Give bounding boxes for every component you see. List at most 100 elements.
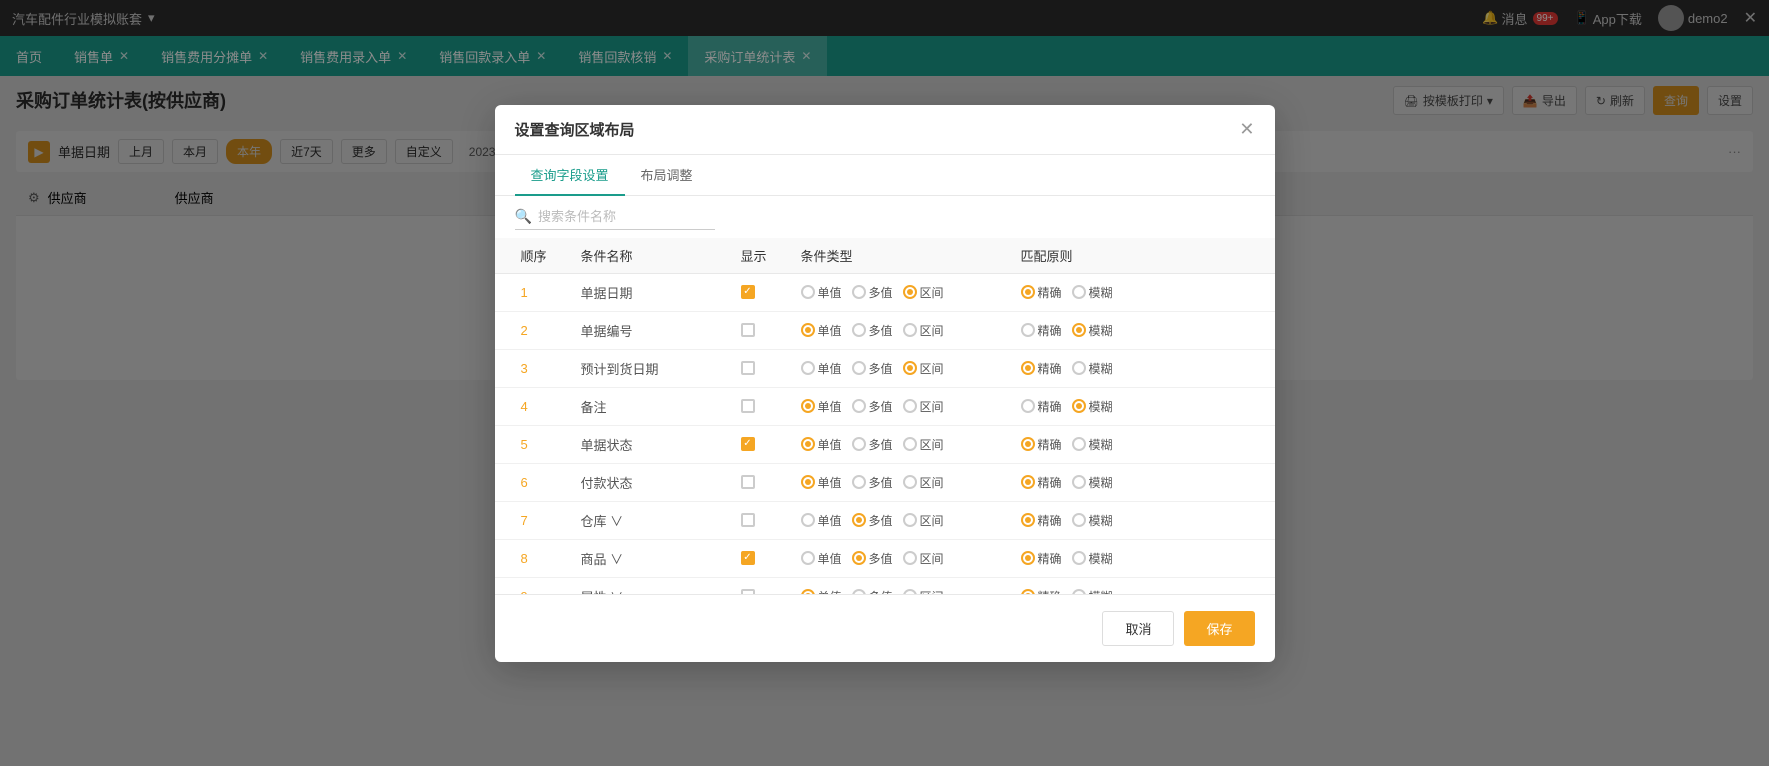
row-5-match-fuzzy[interactable]: 模糊: [1072, 436, 1113, 453]
row-3-type-single[interactable]: 单值: [801, 360, 842, 377]
radio-multi[interactable]: [852, 513, 866, 527]
row-5-show[interactable]: [735, 428, 795, 460]
radio-multi[interactable]: [852, 285, 866, 299]
radio-multi[interactable]: [852, 551, 866, 565]
radio-range[interactable]: [903, 323, 917, 337]
row-2-type-single[interactable]: 单值: [801, 322, 842, 339]
radio-range[interactable]: [903, 437, 917, 451]
radio-multi[interactable]: [852, 437, 866, 451]
radio-range[interactable]: [903, 285, 917, 299]
row-2-checkbox[interactable]: [741, 323, 755, 337]
row-7-show[interactable]: [735, 504, 795, 536]
row-4-match-fuzzy[interactable]: 模糊: [1072, 398, 1113, 415]
row-4-match-exact[interactable]: 精确: [1021, 398, 1062, 415]
row-7-type-multi[interactable]: 多值: [852, 512, 893, 529]
row-9-show[interactable]: [735, 580, 795, 594]
row-2-type-range[interactable]: 区间: [903, 322, 944, 339]
row-6-type-multi[interactable]: 多值: [852, 474, 893, 491]
row-8-type-multi[interactable]: 多值: [852, 550, 893, 567]
radio-fuzzy[interactable]: [1072, 399, 1086, 413]
row-8-type-single[interactable]: 单值: [801, 550, 842, 567]
radio-fuzzy[interactable]: [1072, 551, 1086, 565]
row-8-show[interactable]: [735, 542, 795, 574]
radio-fuzzy[interactable]: [1072, 361, 1086, 375]
radio-single[interactable]: [801, 323, 815, 337]
row-1-match-fuzzy[interactable]: 模糊: [1072, 284, 1113, 301]
radio-range[interactable]: [903, 475, 917, 489]
row-5-type-single[interactable]: 单值: [801, 436, 842, 453]
radio-range[interactable]: [903, 399, 917, 413]
row-7-type-range[interactable]: 区间: [903, 512, 944, 529]
radio-multi[interactable]: [852, 399, 866, 413]
row-5-type-range[interactable]: 区间: [903, 436, 944, 453]
radio-single[interactable]: [801, 285, 815, 299]
dialog-tab-query-fields[interactable]: 查询字段设置: [515, 155, 625, 196]
row-2-match-exact[interactable]: 精确: [1021, 322, 1062, 339]
row-3-checkbox[interactable]: [741, 361, 755, 375]
row-7-match-exact[interactable]: 精确: [1021, 512, 1062, 529]
row-5-match-exact[interactable]: 精确: [1021, 436, 1062, 453]
save-button[interactable]: 保存: [1184, 611, 1254, 646]
radio-single[interactable]: [801, 551, 815, 565]
search-input[interactable]: [538, 209, 698, 224]
row-8-match-exact[interactable]: 精确: [1021, 550, 1062, 567]
row-5-type-multi[interactable]: 多值: [852, 436, 893, 453]
row-8-match-fuzzy[interactable]: 模糊: [1072, 550, 1113, 567]
row-2-show[interactable]: [735, 314, 795, 346]
row-2-match-fuzzy[interactable]: 模糊: [1072, 322, 1113, 339]
radio-single[interactable]: [801, 475, 815, 489]
row-7-match-fuzzy[interactable]: 模糊: [1072, 512, 1113, 529]
radio-fuzzy[interactable]: [1072, 323, 1086, 337]
radio-exact[interactable]: [1021, 399, 1035, 413]
radio-fuzzy[interactable]: [1072, 475, 1086, 489]
radio-single[interactable]: [801, 437, 815, 451]
row-1-show[interactable]: [735, 276, 795, 308]
radio-fuzzy[interactable]: [1072, 513, 1086, 527]
radio-exact[interactable]: [1021, 285, 1035, 299]
row-8-checkbox[interactable]: [741, 551, 755, 565]
row-4-type-single[interactable]: 单值: [801, 398, 842, 415]
row-4-type-range[interactable]: 区间: [903, 398, 944, 415]
radio-fuzzy[interactable]: [1072, 437, 1086, 451]
row-4-show[interactable]: [735, 390, 795, 422]
row-1-type-range[interactable]: 区间: [903, 284, 944, 301]
row-1-checkbox[interactable]: [741, 285, 755, 299]
row-5-checkbox[interactable]: [741, 437, 755, 451]
radio-exact[interactable]: [1021, 437, 1035, 451]
radio-exact[interactable]: [1021, 475, 1035, 489]
dialog-tab-layout[interactable]: 布局调整: [625, 155, 709, 196]
row-3-match-fuzzy[interactable]: 模糊: [1072, 360, 1113, 377]
row-3-show[interactable]: [735, 352, 795, 384]
row-6-type-single[interactable]: 单值: [801, 474, 842, 491]
radio-multi[interactable]: [852, 323, 866, 337]
row-1-type-multi[interactable]: 多值: [852, 284, 893, 301]
cancel-button[interactable]: 取消: [1102, 611, 1174, 646]
row-4-type-multi[interactable]: 多值: [852, 398, 893, 415]
radio-exact[interactable]: [1021, 323, 1035, 337]
row-3-match-exact[interactable]: 精确: [1021, 360, 1062, 377]
row-4-checkbox[interactable]: [741, 399, 755, 413]
radio-single[interactable]: [801, 513, 815, 527]
row-7-type-single[interactable]: 单值: [801, 512, 842, 529]
row-1-match-exact[interactable]: 精确: [1021, 284, 1062, 301]
row-8-type-range[interactable]: 区间: [903, 550, 944, 567]
radio-exact[interactable]: [1021, 551, 1035, 565]
radio-fuzzy[interactable]: [1072, 285, 1086, 299]
radio-range[interactable]: [903, 513, 917, 527]
radio-multi[interactable]: [852, 361, 866, 375]
row-6-show[interactable]: [735, 466, 795, 498]
row-6-match-exact[interactable]: 精确: [1021, 474, 1062, 491]
radio-single[interactable]: [801, 361, 815, 375]
dialog-close-button[interactable]: ✕: [1239, 120, 1254, 138]
radio-single[interactable]: [801, 399, 815, 413]
row-7-checkbox[interactable]: [741, 513, 755, 527]
row-3-type-multi[interactable]: 多值: [852, 360, 893, 377]
row-1-type-single[interactable]: 单值: [801, 284, 842, 301]
row-3-type-range[interactable]: 区间: [903, 360, 944, 377]
row-6-type-range[interactable]: 区间: [903, 474, 944, 491]
radio-exact[interactable]: [1021, 513, 1035, 527]
row-2-type-multi[interactable]: 多值: [852, 322, 893, 339]
radio-range[interactable]: [903, 361, 917, 375]
radio-exact[interactable]: [1021, 361, 1035, 375]
radio-multi[interactable]: [852, 475, 866, 489]
